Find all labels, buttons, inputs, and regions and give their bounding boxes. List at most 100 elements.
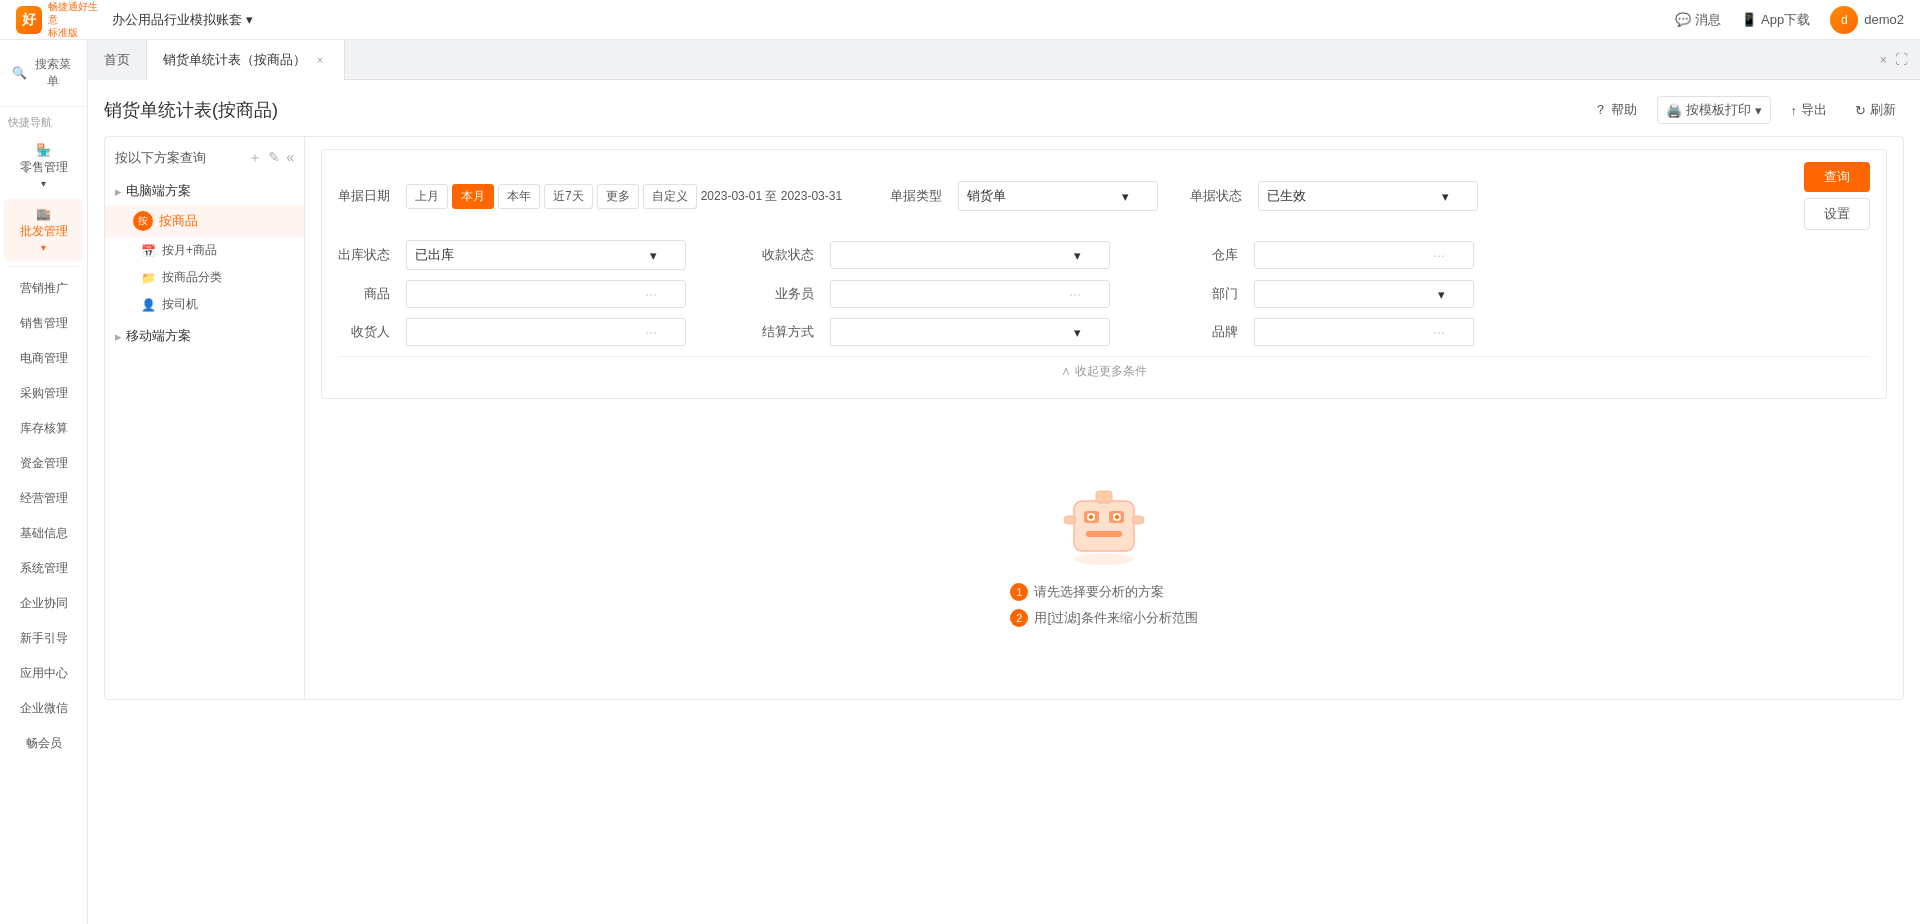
scheme-group-pc: 电脑端方案 按 按商品 📅 按月+商品 📁 按商品分类	[105, 175, 304, 320]
print-button[interactable]: 🖨️ 按模板打印	[1657, 96, 1771, 124]
scheme-panel-actions: ＋ ✎ «	[248, 149, 294, 167]
query-button[interactable]: 查询	[1804, 162, 1870, 192]
brand-dots-icon[interactable]: ···	[1433, 324, 1445, 340]
product-input[interactable]: ···	[406, 280, 686, 308]
add-scheme-icon[interactable]: ＋	[248, 149, 262, 167]
scheme-item-by-product-label: 按商品	[159, 212, 198, 230]
date-btn-custom[interactable]: 自定义	[643, 184, 697, 209]
help-icon: ？	[1594, 101, 1607, 119]
search-menu-button[interactable]: 🔍 搜索菜单	[8, 50, 79, 96]
quick-nav-label[interactable]: 快捷导航	[0, 107, 87, 134]
scheme-sub-item-category[interactable]: 📁 按商品分类	[105, 264, 304, 291]
scheme-sub-item-driver[interactable]: 👤 按司机	[105, 291, 304, 318]
tab-close-icon[interactable]: ×	[1879, 52, 1887, 67]
collapse-panel-icon[interactable]: «	[286, 149, 294, 167]
page-title: 销货单统计表(按商品)	[104, 98, 278, 122]
sidebar-item-enterprise[interactable]: 企业协同	[4, 587, 83, 620]
export-icon: ↑	[1791, 103, 1798, 118]
department-select[interactable]	[1254, 280, 1474, 308]
date-field: 上月 本月 本年 近7天 更多 自定义 2023-03-01 至 2023-03…	[406, 184, 842, 209]
wholesale-label: 批发管理	[20, 223, 68, 240]
sidebar-item-basic[interactable]: 基础信息	[4, 517, 83, 550]
message-label: 消息	[1695, 11, 1721, 29]
workspace-selector[interactable]: 办公用品行业模拟账套	[104, 7, 261, 33]
sidebar-item-sales[interactable]: 销售管理	[4, 307, 83, 340]
doc-status-select[interactable]: 已生效	[1258, 181, 1478, 211]
doc-type-select[interactable]: 销货单	[958, 181, 1158, 211]
sidebar-item-ecommerce[interactable]: 电商管理	[4, 342, 83, 375]
app-download-nav[interactable]: 📱 App下载	[1741, 11, 1810, 29]
salesperson-dots-icon[interactable]: ···	[1069, 286, 1081, 302]
out-status-select[interactable]: 已出库	[406, 240, 686, 270]
driver-icon: 👤	[141, 298, 156, 312]
wholesale-arrow-icon	[41, 242, 46, 253]
sidebar-item-finance[interactable]: 资金管理	[4, 447, 83, 480]
sidebar-item-guide[interactable]: 新手引导	[4, 622, 83, 655]
scheme-panel-title: 按以下方案查询	[115, 149, 206, 167]
payment-status-select[interactable]	[830, 241, 1110, 269]
help-label: 帮助	[1611, 101, 1637, 119]
tab-fullscreen-icon[interactable]: ⛶	[1895, 52, 1908, 67]
svg-point-11	[1074, 553, 1134, 565]
svg-rect-10	[1132, 516, 1144, 524]
wecom-label: 企业微信	[20, 700, 68, 717]
user-nav[interactable]: d demo2	[1830, 6, 1904, 34]
sidebar-item-marketing[interactable]: 营销推广	[4, 272, 83, 305]
salesperson-input[interactable]: ···	[830, 280, 1110, 308]
date-range-value: 2023-03-01 至 2023-03-31	[701, 188, 842, 205]
help-button[interactable]: ？ 帮助	[1586, 97, 1645, 123]
scheme-item-by-product[interactable]: 按 按商品	[105, 205, 304, 237]
tab-home[interactable]: 首页	[88, 40, 147, 80]
warehouse-dots-icon[interactable]: ···	[1433, 247, 1445, 263]
tab-bar-actions: × ⛶	[1879, 52, 1920, 67]
sidebar-item-wholesale[interactable]: 🏬 批发管理	[4, 199, 83, 261]
sidebar-item-system[interactable]: 系统管理	[4, 552, 83, 585]
collapse-conditions-button[interactable]: ∧ 收起更多条件	[338, 356, 1870, 386]
edit-scheme-icon[interactable]: ✎	[268, 149, 280, 167]
scheme-sub-item-month-product[interactable]: 📅 按月+商品	[105, 237, 304, 264]
doc-type-arrow-icon	[1122, 189, 1129, 204]
search-menu-label: 搜索菜单	[31, 56, 75, 90]
filter-row-3: 商品 ··· 业务员 ··· 部门	[338, 280, 1870, 308]
scheme-group-pc-header[interactable]: 电脑端方案	[105, 177, 304, 205]
date-btn-this-month[interactable]: 本月	[452, 184, 494, 209]
pc-group-label: 电脑端方案	[126, 182, 191, 200]
sidebar-item-operation[interactable]: 经营管理	[4, 482, 83, 515]
mobile-group-arrow-icon	[115, 329, 122, 344]
sidebar-item-purchase[interactable]: 采购管理	[4, 377, 83, 410]
driver-label: 按司机	[162, 296, 198, 313]
refresh-icon: ↻	[1855, 103, 1866, 118]
message-icon: 💬	[1675, 12, 1691, 27]
sidebar-item-vip[interactable]: 畅会员	[4, 727, 83, 760]
brand-input[interactable]: ···	[1254, 318, 1474, 346]
tab-sales-stat[interactable]: 销货单统计表（按商品） ×	[147, 40, 345, 80]
tab-close-button[interactable]: ×	[312, 52, 328, 68]
svg-rect-8	[1096, 491, 1112, 503]
settlement-select[interactable]	[830, 318, 1110, 346]
product-dots-icon[interactable]: ···	[645, 286, 657, 302]
warehouse-label: 仓库	[1186, 246, 1238, 264]
message-nav[interactable]: 💬 消息	[1675, 11, 1721, 29]
sidebar-item-inventory[interactable]: 库存核算	[4, 412, 83, 445]
receiver-dots-icon[interactable]: ···	[645, 324, 657, 340]
scheme-group-mobile-header[interactable]: 移动端方案	[105, 322, 304, 350]
mobile-group-label: 移动端方案	[126, 327, 191, 345]
scheme-item-dot-icon: 按	[133, 211, 153, 231]
doc-status-value: 已生效	[1267, 187, 1306, 205]
settings-button[interactable]: 设置	[1804, 198, 1870, 230]
refresh-button[interactable]: ↻ 刷新	[1847, 97, 1904, 123]
date-btn-this-year[interactable]: 本年	[498, 184, 540, 209]
sidebar-item-wecom[interactable]: 企业微信	[4, 692, 83, 725]
receiver-input[interactable]: ···	[406, 318, 686, 346]
date-btn-last-month[interactable]: 上月	[406, 184, 448, 209]
date-btn-more[interactable]: 更多	[597, 184, 639, 209]
date-btn-7days[interactable]: 近7天	[544, 184, 593, 209]
sidebar-item-retail[interactable]: 🏪 零售管理	[4, 135, 83, 197]
month-product-icon: 📅	[141, 244, 156, 258]
tab-home-label: 首页	[104, 51, 130, 69]
export-button[interactable]: ↑ 导出	[1783, 97, 1836, 123]
sidebar-item-appstore[interactable]: 应用中心	[4, 657, 83, 690]
tab-sales-stat-label: 销货单统计表（按商品）	[163, 51, 306, 69]
warehouse-input[interactable]: ···	[1254, 241, 1474, 269]
empty-tip-1: 1 请先选择要分析的方案	[1010, 583, 1197, 601]
